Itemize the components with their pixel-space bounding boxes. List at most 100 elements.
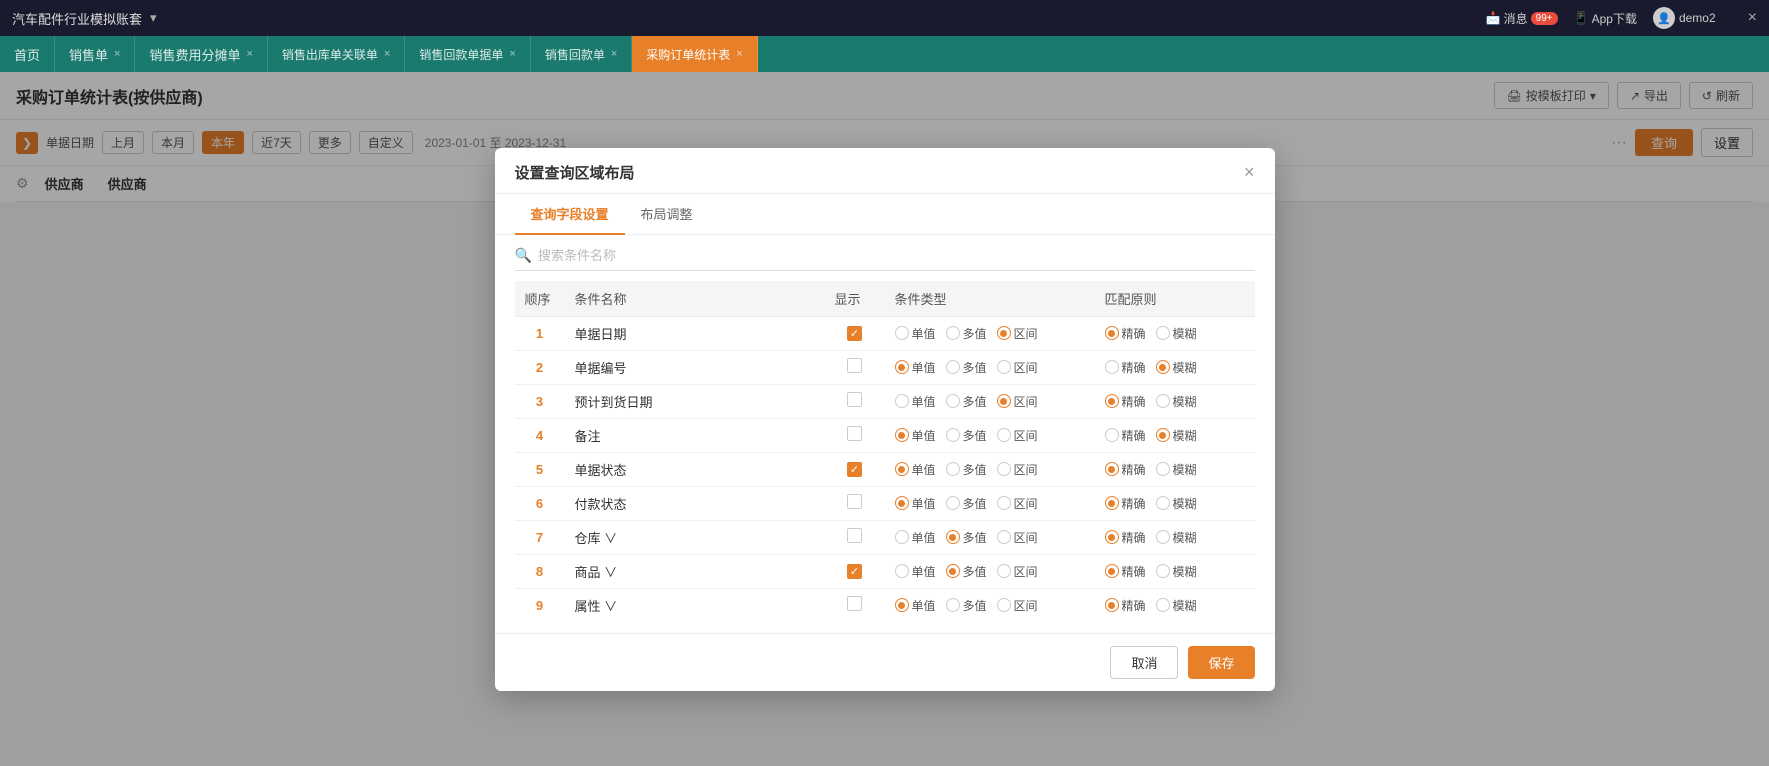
type-radio-区间-1[interactable]: 区间 (997, 359, 1038, 376)
dialog-close-button[interactable]: × (1244, 163, 1255, 181)
type-radio-区间-2[interactable]: 区间 (997, 393, 1038, 410)
match-circle-4[interactable] (1105, 462, 1119, 476)
type-radio-多值-5[interactable]: 多值 (946, 495, 987, 512)
type-radio-多值-8[interactable]: 多值 (946, 597, 987, 614)
radio-circle-0[interactable] (946, 326, 960, 340)
row-display-7[interactable] (825, 554, 885, 588)
radio-circle-5[interactable] (895, 496, 909, 510)
row-display-0[interactable] (825, 316, 885, 350)
checkbox-0[interactable] (847, 326, 862, 341)
match-circle-0[interactable] (1105, 326, 1119, 340)
topbar-close-button[interactable]: × (1748, 9, 1757, 27)
tab-sales-expense-close[interactable]: × (246, 48, 252, 60)
checkbox-8[interactable] (847, 596, 862, 611)
type-radio-多值-3[interactable]: 多值 (946, 427, 987, 444)
tab-sales-payment-close[interactable]: × (509, 48, 515, 60)
match-radio-模糊-3[interactable]: 模糊 (1156, 427, 1197, 444)
type-radio-单值-5[interactable]: 单值 (895, 495, 936, 512)
type-radio-区间-8[interactable]: 区间 (997, 597, 1038, 614)
type-radio-区间-4[interactable]: 区间 (997, 461, 1038, 478)
radio-circle-2[interactable] (946, 394, 960, 408)
radio-circle-1[interactable] (946, 360, 960, 374)
type-radio-区间-3[interactable]: 区间 (997, 427, 1038, 444)
checkbox-1[interactable] (847, 358, 862, 373)
match-circle-3[interactable] (1156, 428, 1170, 442)
match-radio-精确-5[interactable]: 精确 (1105, 495, 1146, 512)
match-circle-5[interactable] (1105, 496, 1119, 510)
radio-circle-8[interactable] (997, 598, 1011, 612)
match-circle-2[interactable] (1105, 394, 1119, 408)
checkbox-5[interactable] (847, 494, 862, 509)
type-radio-单值-7[interactable]: 单值 (895, 563, 936, 580)
dropdown-icon[interactable]: ▾ (150, 10, 157, 26)
row-display-8[interactable] (825, 588, 885, 621)
match-radio-模糊-7[interactable]: 模糊 (1156, 563, 1197, 580)
type-radio-单值-2[interactable]: 单值 (895, 393, 936, 410)
type-radio-多值-6[interactable]: 多值 (946, 529, 987, 546)
match-radio-精确-6[interactable]: 精确 (1105, 529, 1146, 546)
type-radio-单值-4[interactable]: 单值 (895, 461, 936, 478)
type-radio-单值-6[interactable]: 单值 (895, 529, 936, 546)
match-circle-4[interactable] (1156, 462, 1170, 476)
row-display-5[interactable] (825, 486, 885, 520)
type-radio-区间-6[interactable]: 区间 (997, 529, 1038, 546)
match-circle-6[interactable] (1156, 530, 1170, 544)
type-radio-区间-7[interactable]: 区间 (997, 563, 1038, 580)
checkbox-3[interactable] (847, 426, 862, 441)
type-radio-单值-1[interactable]: 单值 (895, 359, 936, 376)
row-display-3[interactable] (825, 418, 885, 452)
save-button[interactable]: 保存 (1188, 646, 1254, 679)
row-display-6[interactable] (825, 520, 885, 554)
match-radio-精确-0[interactable]: 精确 (1105, 325, 1146, 342)
match-radio-精确-3[interactable]: 精确 (1105, 427, 1146, 444)
match-radio-模糊-8[interactable]: 模糊 (1156, 597, 1197, 614)
match-circle-7[interactable] (1156, 564, 1170, 578)
app-download[interactable]: 📱 App下载 (1574, 10, 1637, 27)
match-circle-1[interactable] (1105, 360, 1119, 374)
dialog-tab-layout[interactable]: 布局调整 (625, 194, 709, 235)
type-radio-单值-8[interactable]: 单值 (895, 597, 936, 614)
radio-circle-3[interactable] (997, 428, 1011, 442)
radio-circle-6[interactable] (946, 530, 960, 544)
tab-sales-receipt[interactable]: 销售回款单 × (531, 36, 632, 72)
radio-circle-7[interactable] (946, 564, 960, 578)
radio-circle-3[interactable] (895, 428, 909, 442)
tab-purchase-order-close[interactable]: × (736, 48, 742, 60)
notification-area[interactable]: 📩 消息 99+ (1486, 10, 1558, 27)
match-radio-精确-8[interactable]: 精确 (1105, 597, 1146, 614)
row-display-1[interactable] (825, 350, 885, 384)
tab-sales-payment[interactable]: 销售回款单据单 × (405, 36, 530, 72)
match-circle-3[interactable] (1105, 428, 1119, 442)
radio-circle-5[interactable] (946, 496, 960, 510)
type-radio-多值-4[interactable]: 多值 (946, 461, 987, 478)
type-radio-单值-3[interactable]: 单值 (895, 427, 936, 444)
match-circle-7[interactable] (1105, 564, 1119, 578)
radio-circle-0[interactable] (895, 326, 909, 340)
type-radio-区间-0[interactable]: 区间 (997, 325, 1038, 342)
radio-circle-4[interactable] (946, 462, 960, 476)
match-circle-8[interactable] (1105, 598, 1119, 612)
row-display-2[interactable] (825, 384, 885, 418)
match-radio-模糊-2[interactable]: 模糊 (1156, 393, 1197, 410)
radio-circle-1[interactable] (997, 360, 1011, 374)
match-radio-模糊-1[interactable]: 模糊 (1156, 359, 1197, 376)
tab-sales-close[interactable]: × (114, 48, 120, 60)
radio-circle-5[interactable] (997, 496, 1011, 510)
user-avatar[interactable]: 👤 demo2 (1653, 7, 1716, 29)
radio-circle-7[interactable] (997, 564, 1011, 578)
match-radio-模糊-4[interactable]: 模糊 (1156, 461, 1197, 478)
radio-circle-6[interactable] (895, 530, 909, 544)
match-circle-0[interactable] (1156, 326, 1170, 340)
dialog-tab-query[interactable]: 查询字段设置 (515, 194, 625, 235)
radio-circle-4[interactable] (895, 462, 909, 476)
type-radio-单值-0[interactable]: 单值 (895, 325, 936, 342)
radio-circle-8[interactable] (946, 598, 960, 612)
radio-circle-4[interactable] (997, 462, 1011, 476)
type-radio-区间-5[interactable]: 区间 (997, 495, 1038, 512)
type-radio-多值-2[interactable]: 多值 (946, 393, 987, 410)
radio-circle-0[interactable] (997, 326, 1011, 340)
tab-sales[interactable]: 销售单 × (55, 36, 135, 72)
tab-purchase-order[interactable]: 采购订单统计表 × (632, 36, 757, 72)
match-circle-6[interactable] (1105, 530, 1119, 544)
tab-sales-expense[interactable]: 销售费用分摊单 × (135, 36, 267, 72)
